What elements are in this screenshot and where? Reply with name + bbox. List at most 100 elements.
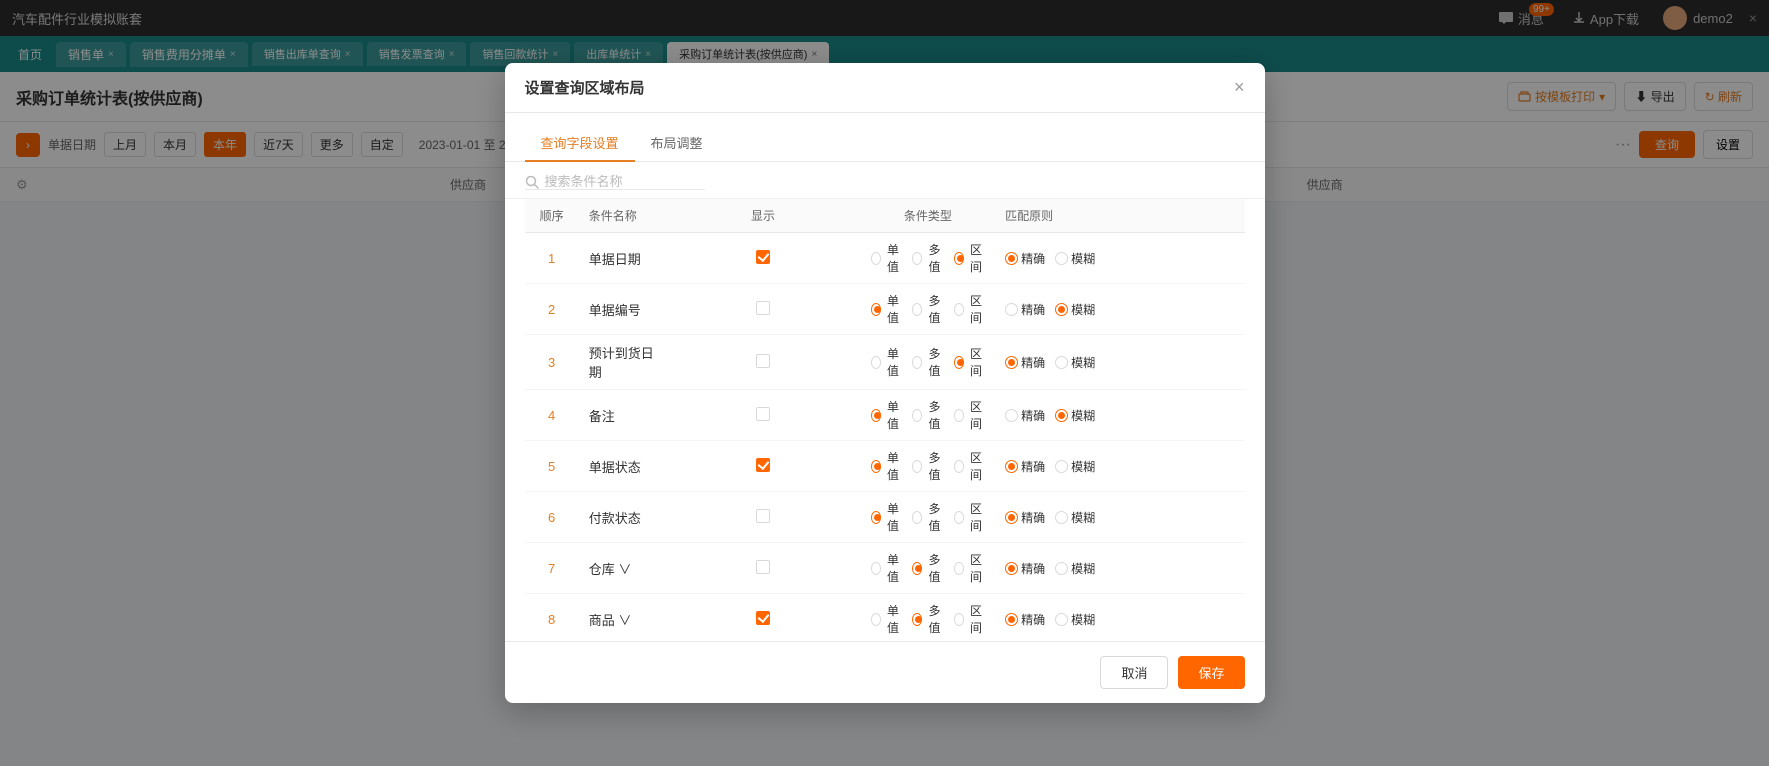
radio-fuzzy[interactable]: 模糊 <box>1055 509 1095 526</box>
modal-table-wrap: 顺序 条件名称 显示 条件类型 匹配原则 1单据日期 单值 多值 <box>505 199 1265 641</box>
display-checkbox[interactable] <box>756 407 770 421</box>
radio-circle-range <box>954 303 964 316</box>
radio-range[interactable]: 区间 <box>954 551 986 585</box>
table-row: 3预计到货日期 单值 多值 区间 精确 模糊 <box>525 335 1245 390</box>
th-display: 显示 <box>665 199 860 233</box>
row-condition-name: 仓库 ∨ <box>579 543 666 594</box>
radio-exact[interactable]: 精确 <box>1005 354 1045 371</box>
table-row: 4备注 单值 多值 区间 精确 模糊 <box>525 390 1245 441</box>
radio-exact[interactable]: 精确 <box>1005 301 1045 318</box>
display-checkbox[interactable] <box>756 560 770 574</box>
radio-single[interactable]: 单值 <box>871 449 903 483</box>
radio-circle-multiple <box>912 356 922 369</box>
radio-exact[interactable]: 精确 <box>1005 407 1045 424</box>
radio-range[interactable]: 区间 <box>954 398 986 432</box>
radio-fuzzy[interactable]: 模糊 <box>1055 354 1095 371</box>
radio-fuzzy[interactable]: 模糊 <box>1055 611 1095 628</box>
row-match-rule: 精确 模糊 <box>995 335 1244 390</box>
radio-multiple[interactable]: 多值 <box>912 500 944 534</box>
radio-range[interactable]: 区间 <box>954 345 986 379</box>
display-checkbox[interactable] <box>756 458 770 472</box>
row-order: 4 <box>525 390 579 441</box>
radio-circle-multiple <box>912 460 922 473</box>
modal-close-button[interactable]: × <box>1234 77 1245 98</box>
radio-circle-fuzzy <box>1055 409 1068 422</box>
row-condition-name: 单据日期 <box>579 233 666 284</box>
radio-exact[interactable]: 精确 <box>1005 458 1045 475</box>
radio-single[interactable]: 单值 <box>871 345 903 379</box>
radio-circle-multiple <box>912 562 922 575</box>
radio-multiple[interactable]: 多值 <box>912 345 944 379</box>
radio-multiple[interactable]: 多值 <box>912 292 944 326</box>
radio-range[interactable]: 区间 <box>954 500 986 534</box>
row-condition-type: 单值 多值 区间 <box>861 543 995 594</box>
radio-single[interactable]: 单值 <box>871 241 903 275</box>
radio-multiple[interactable]: 多值 <box>912 602 944 636</box>
row-display-checkbox-cell <box>665 284 860 335</box>
radio-circle-single <box>871 562 881 575</box>
search-condition-input[interactable] <box>545 174 721 189</box>
radio-single[interactable]: 单值 <box>871 500 903 534</box>
modal-overlay[interactable]: 设置查询区域布局 × 查询字段设置 布局调整 <box>0 0 1769 766</box>
modal-search-area <box>505 162 1265 199</box>
radio-single[interactable]: 单值 <box>871 602 903 636</box>
radio-circle-multiple <box>912 252 922 265</box>
row-match-rule: 精确 模糊 <box>995 390 1244 441</box>
display-checkbox[interactable] <box>756 509 770 523</box>
th-match-rule: 匹配原则 <box>995 199 1244 233</box>
row-condition-type: 单值 多值 区间 <box>861 284 995 335</box>
table-row: 1单据日期 单值 多值 区间 精确 模糊 <box>525 233 1245 284</box>
radio-circle-fuzzy <box>1055 460 1068 473</box>
radio-multiple[interactable]: 多值 <box>912 551 944 585</box>
row-condition-type: 单值 多值 区间 <box>861 390 995 441</box>
radio-single[interactable]: 单值 <box>871 398 903 432</box>
row-order: 8 <box>525 594 579 642</box>
radio-multiple[interactable]: 多值 <box>912 241 944 275</box>
modal-tab-layout[interactable]: 布局调整 <box>635 125 719 162</box>
radio-fuzzy[interactable]: 模糊 <box>1055 560 1095 577</box>
radio-circle-range <box>954 356 964 369</box>
radio-fuzzy[interactable]: 模糊 <box>1055 250 1095 267</box>
modal-table: 顺序 条件名称 显示 条件类型 匹配原则 1单据日期 单值 多值 <box>525 199 1245 641</box>
radio-circle-fuzzy <box>1055 252 1068 265</box>
radio-multiple[interactable]: 多值 <box>912 398 944 432</box>
radio-fuzzy[interactable]: 模糊 <box>1055 301 1095 318</box>
display-checkbox[interactable] <box>756 354 770 368</box>
modal-tab-query-fields[interactable]: 查询字段设置 <box>525 125 635 162</box>
radio-exact[interactable]: 精确 <box>1005 509 1045 526</box>
row-match-rule: 精确 模糊 <box>995 233 1244 284</box>
display-checkbox[interactable] <box>756 250 770 264</box>
radio-circle-fuzzy <box>1055 613 1068 626</box>
table-header: 顺序 条件名称 显示 条件类型 匹配原则 <box>525 199 1245 233</box>
radio-circle-range <box>954 409 964 422</box>
radio-exact[interactable]: 精确 <box>1005 250 1045 267</box>
radio-circle-exact <box>1005 356 1018 369</box>
radio-fuzzy[interactable]: 模糊 <box>1055 407 1095 424</box>
radio-fuzzy[interactable]: 模糊 <box>1055 458 1095 475</box>
radio-multiple[interactable]: 多值 <box>912 449 944 483</box>
radio-exact[interactable]: 精确 <box>1005 560 1045 577</box>
row-condition-type: 单值 多值 区间 <box>861 492 995 543</box>
row-display-checkbox-cell <box>665 441 860 492</box>
radio-single[interactable]: 单值 <box>871 292 903 326</box>
radio-range[interactable]: 区间 <box>954 241 986 275</box>
radio-range[interactable]: 区间 <box>954 449 986 483</box>
radio-circle-multiple <box>912 511 922 524</box>
th-condition-type: 条件类型 <box>861 199 995 233</box>
radio-circle-range <box>954 252 964 265</box>
row-display-checkbox-cell <box>665 492 860 543</box>
row-order: 1 <box>525 233 579 284</box>
radio-circle-fuzzy <box>1055 511 1068 524</box>
radio-circle-exact <box>1005 409 1018 422</box>
radio-range[interactable]: 区间 <box>954 602 986 636</box>
radio-circle-multiple <box>912 409 922 422</box>
save-button[interactable]: 保存 <box>1178 656 1244 689</box>
radio-circle-single <box>871 303 881 316</box>
row-condition-name: 备注 <box>579 390 666 441</box>
radio-exact[interactable]: 精确 <box>1005 611 1045 628</box>
display-checkbox[interactable] <box>756 301 770 315</box>
cancel-button[interactable]: 取消 <box>1100 656 1168 689</box>
display-checkbox[interactable] <box>756 611 770 625</box>
radio-single[interactable]: 单值 <box>871 551 903 585</box>
radio-range[interactable]: 区间 <box>954 292 986 326</box>
